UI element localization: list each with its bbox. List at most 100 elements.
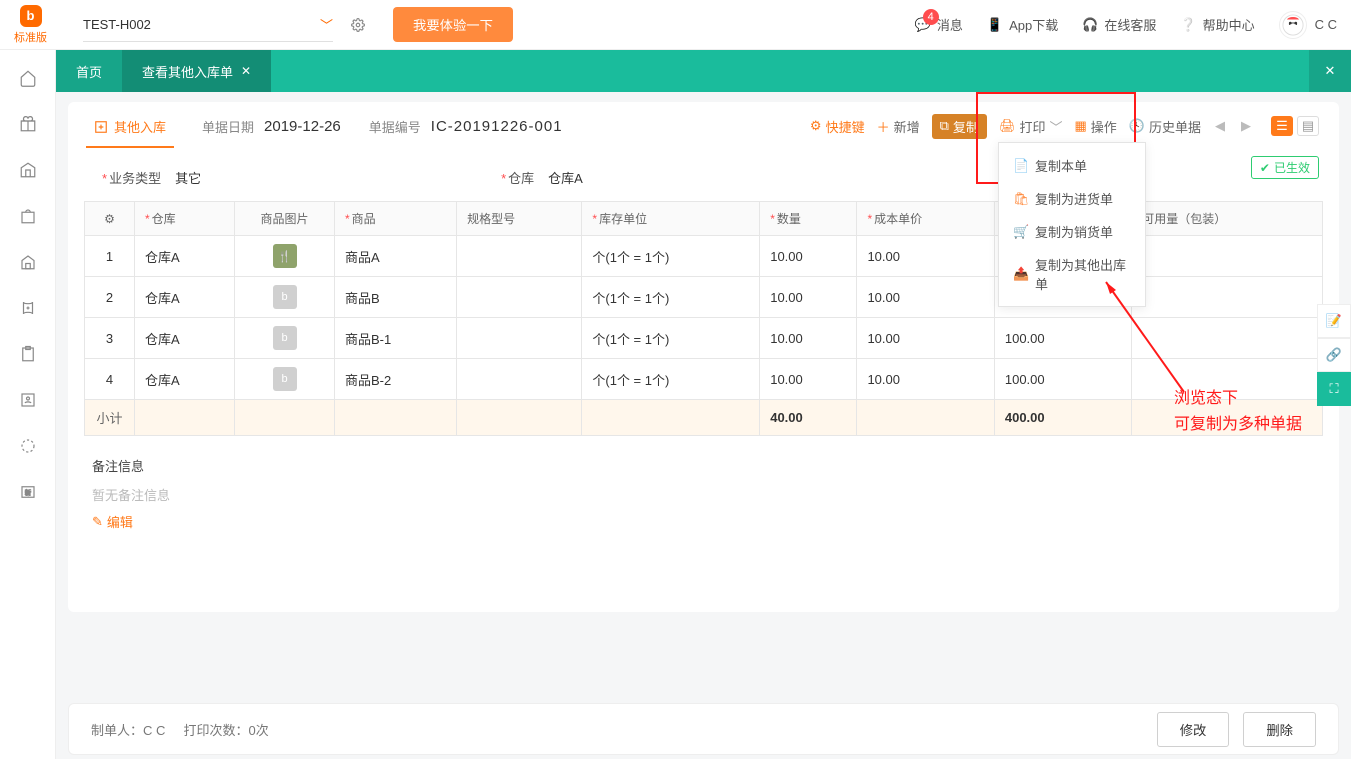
- annotation-text: 浏览态下 可复制为多种单据: [1174, 386, 1302, 437]
- row-warehouse: 仓库A: [135, 359, 235, 400]
- username[interactable]: C C: [1315, 17, 1337, 32]
- close-all-tabs[interactable]: ✕: [1309, 50, 1351, 92]
- sidebar-money-icon[interactable]: [14, 294, 42, 322]
- sidebar-loading-icon[interactable]: [14, 432, 42, 460]
- app-download-label: App下载: [1009, 15, 1058, 34]
- tab-view-inbound[interactable]: 查看其他入库单 ✕: [122, 50, 271, 92]
- form-biztype: *业务类型 其它: [102, 168, 201, 187]
- row-available: [1132, 236, 1323, 277]
- list-view-button[interactable]: ☰: [1271, 116, 1293, 136]
- creator-label: 制单人：: [91, 723, 143, 738]
- row-image: 🍴: [235, 236, 335, 277]
- warehouse-label: 仓库: [508, 171, 534, 186]
- row-amount: 100.00: [994, 359, 1131, 400]
- prev-arrow-icon[interactable]: ◀: [1213, 118, 1227, 134]
- sidebar-new-icon[interactable]: 新: [14, 478, 42, 506]
- row-spec: [457, 277, 582, 318]
- col-image: 商品图片: [235, 202, 335, 236]
- inbound-icon: [94, 118, 108, 134]
- col-qty: 数量: [777, 212, 801, 226]
- sidebar-home-icon[interactable]: [14, 64, 42, 92]
- copy-dropdown: 📄复制本单 🛍复制为进货单 🛒 复制为销货单 📤复制为其他出库单: [998, 142, 1146, 307]
- doc-tab-title[interactable]: 其他入库: [86, 105, 174, 148]
- online-service-button[interactable]: 🎧 在线客服: [1082, 15, 1156, 34]
- row-index: 1: [85, 236, 135, 277]
- help-center-button[interactable]: ❔ 帮助中心: [1180, 15, 1254, 34]
- sidebar-stock-icon[interactable]: [14, 156, 42, 184]
- close-icon[interactable]: ✕: [241, 64, 251, 78]
- row-price: 10.00: [857, 359, 994, 400]
- dropdown-copy-self[interactable]: 📄复制本单: [999, 149, 1145, 182]
- operate-button[interactable]: ▦操作: [1074, 117, 1116, 136]
- shortcut-button[interactable]: ⚙快捷键: [810, 117, 865, 136]
- table-row[interactable]: 3 仓库A b 商品B-1 个(1个 = 1个) 10.00 10.00 100…: [85, 318, 1323, 359]
- row-available: [1132, 277, 1323, 318]
- float-expand-icon[interactable]: ⛶: [1317, 372, 1351, 406]
- cart-icon: 🛒: [1013, 224, 1027, 240]
- sidebar-user-icon[interactable]: [14, 386, 42, 414]
- app-download-button[interactable]: 📱 App下载: [987, 15, 1058, 34]
- gear-icon: ⚙: [810, 118, 822, 134]
- product-thumb-icon: b: [273, 367, 297, 391]
- modify-button[interactable]: 修改: [1157, 712, 1230, 747]
- col-gear-icon[interactable]: ⚙: [85, 202, 135, 236]
- subtotal-row: 小计 40.00 400.00: [85, 400, 1323, 436]
- printcount-value: 0次: [248, 723, 268, 738]
- history-button[interactable]: 🕓历史单据: [1129, 117, 1201, 136]
- remark-empty: 暂无备注信息: [92, 485, 1315, 504]
- col-unit: 库存单位: [599, 212, 647, 226]
- avatar[interactable]: [1279, 11, 1307, 39]
- dropdown-copy-sales-label: 复制为销货单: [1035, 222, 1113, 241]
- dropdown-copy-outbound[interactable]: 📤复制为其他出库单: [999, 248, 1145, 300]
- biztype-value: 其它: [175, 168, 201, 187]
- creator-value: C C: [143, 723, 165, 738]
- subtotal-qty: 40.00: [760, 400, 857, 436]
- row-spec: [457, 359, 582, 400]
- row-unit: 个(1个 = 1个): [582, 277, 760, 318]
- print-button[interactable]: 🖨打印﹀: [999, 117, 1063, 136]
- remark-title: 备注信息: [92, 456, 1315, 475]
- messages-button[interactable]: 💬 消息 4: [915, 15, 963, 34]
- sidebar-house-icon[interactable]: [14, 248, 42, 276]
- copy-label: 复制: [953, 117, 979, 136]
- card-view-button[interactable]: ▤: [1297, 116, 1319, 136]
- row-price: 10.00: [857, 318, 994, 359]
- row-warehouse: 仓库A: [135, 277, 235, 318]
- help-icon: ❔: [1180, 17, 1196, 33]
- gear-icon[interactable]: [351, 17, 365, 33]
- form-warehouse: *仓库 仓库A: [501, 168, 583, 187]
- row-qty: 10.00: [760, 318, 857, 359]
- dropdown-copy-sales[interactable]: 🛒 复制为销货单: [999, 215, 1145, 248]
- org-selector[interactable]: TEST-H002 ﹀: [83, 8, 333, 42]
- sidebar-gift-icon[interactable]: [14, 110, 42, 138]
- next-arrow-icon[interactable]: ▶: [1239, 118, 1253, 134]
- edit-remark-button[interactable]: ✎编辑: [92, 512, 1315, 531]
- chevron-down-icon: ﹀: [1049, 117, 1062, 136]
- tab-home[interactable]: 首页: [56, 50, 122, 92]
- row-spec: [457, 236, 582, 277]
- headset-icon: 🎧: [1082, 17, 1098, 33]
- row-unit: 个(1个 = 1个): [582, 236, 760, 277]
- new-button[interactable]: ＋新增: [877, 117, 920, 136]
- float-note-icon[interactable]: 📝: [1317, 304, 1351, 338]
- sidebar-bag-icon[interactable]: [14, 202, 42, 230]
- row-image: b: [235, 318, 335, 359]
- copy-button[interactable]: ⧉复制: [932, 114, 987, 139]
- logo-icon: b: [20, 5, 42, 27]
- row-image: b: [235, 277, 335, 318]
- messages-badge: 4: [923, 9, 939, 25]
- delete-button[interactable]: 删除: [1243, 712, 1316, 747]
- annotation-line1: 浏览态下: [1174, 386, 1302, 412]
- row-unit: 个(1个 = 1个): [582, 318, 760, 359]
- row-product: 商品B: [335, 277, 457, 318]
- status-label: 已生效: [1274, 159, 1310, 176]
- try-button[interactable]: 我要体验一下: [393, 7, 513, 42]
- sidebar-clipboard-icon[interactable]: [14, 340, 42, 368]
- dropdown-copy-purchase[interactable]: 🛍复制为进货单: [999, 182, 1145, 215]
- float-link-icon[interactable]: 🔗: [1317, 338, 1351, 372]
- table-row[interactable]: 4 仓库A b 商品B-2 个(1个 = 1个) 10.00 10.00 100…: [85, 359, 1323, 400]
- product-thumb-icon: b: [273, 285, 297, 309]
- printcount-label: 打印次数：: [183, 723, 248, 738]
- logo[interactable]: b 标准版: [6, 5, 55, 45]
- grid-icon: ▦: [1074, 118, 1086, 134]
